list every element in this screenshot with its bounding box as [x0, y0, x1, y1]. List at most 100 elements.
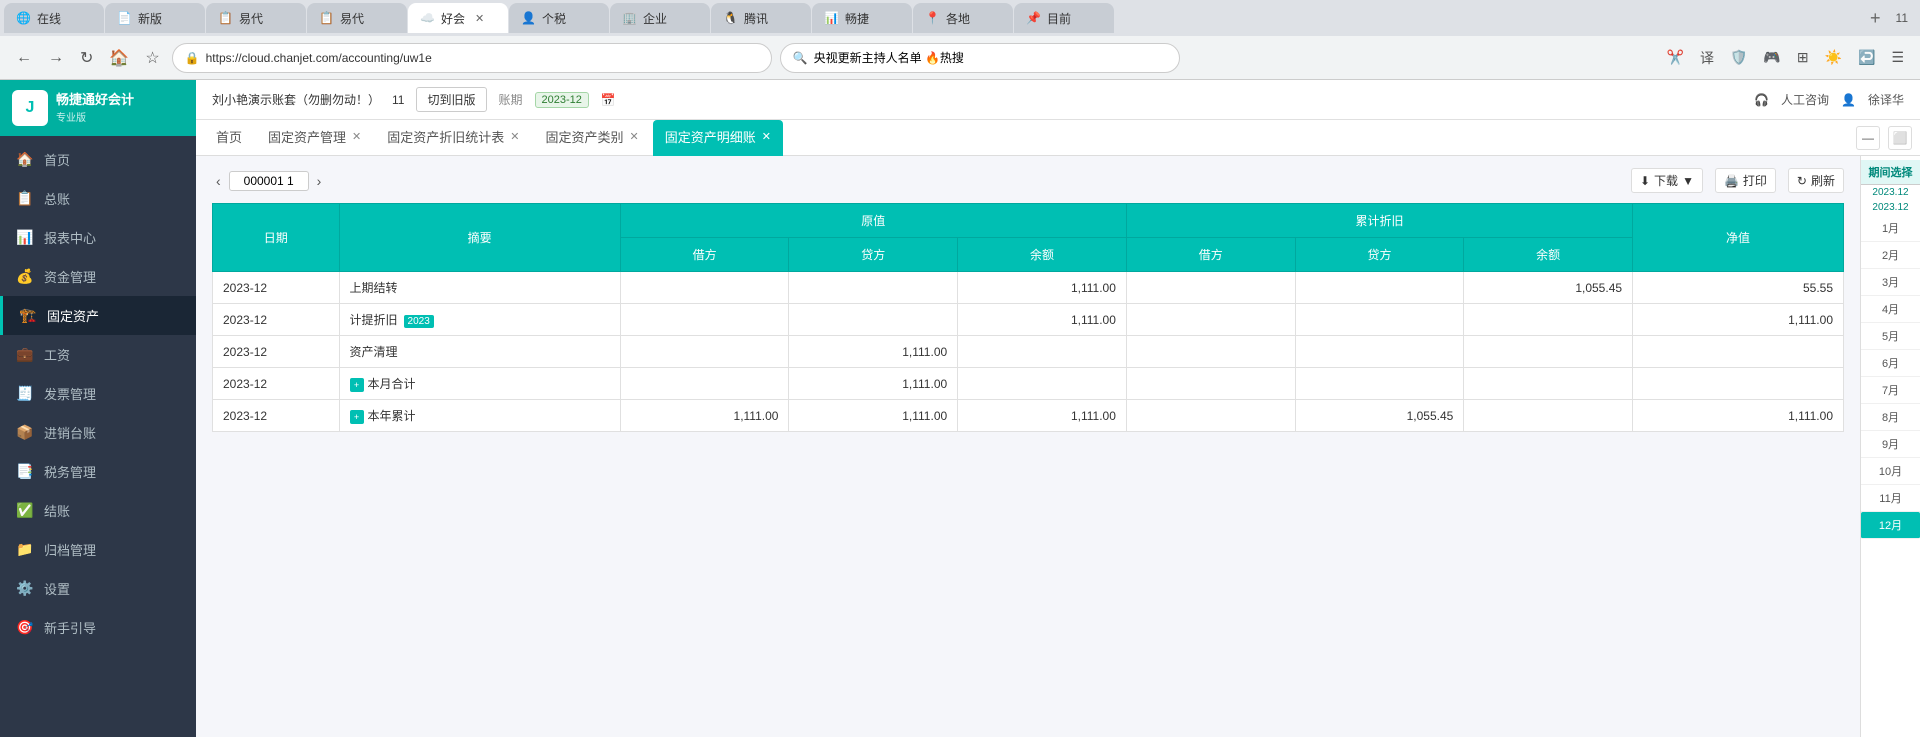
extension-icon[interactable]: 🛡️ [1726, 45, 1751, 70]
period-month-8[interactable]: 8月 [1861, 404, 1920, 431]
page-tab-4[interactable]: 固定资产明细账 ✕ [653, 120, 783, 156]
sidebar-item-工资[interactable]: 💼工资 [0, 335, 196, 374]
browser-tab-0[interactable]: 🌐在线 [4, 3, 104, 33]
back-button[interactable]: ← [12, 45, 36, 71]
cell-date-4: 2023-12 [213, 400, 340, 432]
bookmark-button[interactable]: ☆ [141, 44, 163, 72]
sidebar-item-进销台账[interactable]: 📦进销台账 [0, 413, 196, 452]
page-tab-close-2[interactable]: ✕ [510, 130, 519, 143]
browser-tab-5[interactable]: 👤个税 [509, 3, 609, 33]
page-tab-0[interactable]: 首页 [204, 120, 254, 156]
table-row-0: 2023-12 上期结转 1,111.00 1,055.45 55.55 [213, 272, 1844, 304]
minimize-button[interactable]: — [1856, 126, 1880, 150]
browser-tab-9[interactable]: 📍各地 [913, 3, 1013, 33]
sidebar-item-资金管理[interactable]: 💰资金管理 [0, 257, 196, 296]
browser-tab-3[interactable]: 📋易代 [307, 3, 407, 33]
translate-icon[interactable]: 译 [1696, 44, 1718, 72]
forward-button[interactable]: → [44, 45, 68, 71]
reload-button[interactable]: ↻ [76, 44, 97, 72]
table-row-1: 2023-12 计提折旧2023 1,111.00 1,111.00 [213, 304, 1844, 336]
undo-icon[interactable]: ↩️ [1854, 45, 1879, 70]
game-icon[interactable]: 🎮 [1759, 45, 1784, 70]
maximize-button[interactable]: ⬜ [1888, 126, 1912, 150]
sidebar-icon-6: 🧾 [16, 385, 34, 402]
search-box[interactable]: 🔍 央视更新主持人名单 🔥热搜 [780, 43, 1180, 73]
new-tab-button[interactable]: + [1864, 8, 1887, 29]
sidebar-icon-2: 📊 [16, 229, 34, 246]
period-month-2[interactable]: 2月 [1861, 242, 1920, 269]
browser-toolbar: ✂️ 译 🛡️ 🎮 ⊞ ☀️ ↩️ ☰ [1663, 44, 1908, 72]
browser-tab-1[interactable]: 📄新版 [105, 3, 205, 33]
period-month-3[interactable]: 3月 [1861, 269, 1920, 296]
user-btn[interactable]: 徐译华 [1868, 91, 1904, 108]
pager-value[interactable]: 000001 1 [229, 171, 309, 191]
ledger-table: 日期 摘要 原值 累计折旧 净值 借方 贷方 余额 借方 贷方 余额 [212, 203, 1844, 432]
period-month-4[interactable]: 4月 [1861, 296, 1920, 323]
row-icon: + [350, 378, 364, 392]
sidebar-icon-1: 📋 [16, 190, 34, 207]
period-month-6[interactable]: 6月 [1861, 350, 1920, 377]
sidebar-item-固定资产[interactable]: 🏗️固定资产 [0, 296, 196, 335]
period-month-9[interactable]: 9月 [1861, 431, 1920, 458]
page-tab-1[interactable]: 固定资产管理✕ [256, 120, 373, 156]
scissors-icon[interactable]: ✂️ [1663, 45, 1688, 70]
period-month-5[interactable]: 5月 [1861, 323, 1920, 350]
period-label: 账期 [499, 91, 523, 108]
period-month-11[interactable]: 11月 [1861, 485, 1920, 512]
brightness-icon[interactable]: ☀️ [1821, 45, 1846, 70]
browser-tab-8[interactable]: 📊畅捷 [812, 3, 912, 33]
sidebar-item-首页[interactable]: 🏠首页 [0, 140, 196, 179]
address-bar[interactable]: 🔒 https://cloud.chanjet.com/accounting/u… [172, 43, 772, 73]
browser-tab-6[interactable]: 🏢企业 [610, 3, 710, 33]
cell-summary-2: 资产清理 [339, 336, 620, 368]
page-tab-2[interactable]: 固定资产折旧统计表✕ [375, 120, 531, 156]
orig-balance: 余额 [958, 238, 1127, 272]
period-month-7[interactable]: 7月 [1861, 377, 1920, 404]
page-tab-3[interactable]: 固定资产类别✕ [533, 120, 650, 156]
accum-debit: 借方 [1126, 238, 1295, 272]
page-tab-close-3[interactable]: ✕ [630, 130, 639, 143]
cell-net-value-0: 55.55 [1633, 272, 1844, 304]
tab-close-4[interactable]: ✕ [475, 12, 484, 25]
refresh-button[interactable]: ↻ 刷新 [1788, 168, 1844, 193]
help-btn[interactable]: 人工咨询 [1781, 91, 1829, 108]
period-month-10[interactable]: 10月 [1861, 458, 1920, 485]
sidebar-icon-12: 🎯 [16, 619, 34, 636]
cell-accum-credit-0 [1295, 272, 1464, 304]
menu-icon[interactable]: ☰ [1887, 45, 1908, 70]
sidebar-item-税务管理[interactable]: 📑税务管理 [0, 452, 196, 491]
sidebar: J 畅捷通好会计 专业版 🏠首页📋总账📊报表中心💰资金管理🏗️固定资产💼工资🧾发… [0, 80, 196, 737]
orig-credit: 贷方 [789, 238, 958, 272]
app-container: J 畅捷通好会计 专业版 🏠首页📋总账📊报表中心💰资金管理🏗️固定资产💼工资🧾发… [0, 80, 1920, 737]
page-tab-close-4[interactable]: ✕ [762, 130, 771, 143]
period-month-1[interactable]: 1月 [1861, 215, 1920, 242]
period-month-12[interactable]: 12月 [1861, 512, 1920, 539]
browser-tab-2[interactable]: 📋易代 [206, 3, 306, 33]
sidebar-item-报表中心[interactable]: 📊报表中心 [0, 218, 196, 257]
browser-tab-7[interactable]: 🐧腾讯 [711, 3, 811, 33]
account-name: 刘小艳演示账套（勿删勿动！） [212, 91, 380, 108]
home-button[interactable]: 🏠 [105, 44, 133, 72]
grid-icon[interactable]: ⊞ [1793, 45, 1813, 70]
cell-orig-balance-3 [958, 368, 1127, 400]
ledger-body: 2023-12 上期结转 1,111.00 1,055.45 55.55 202… [213, 272, 1844, 432]
next-page-button[interactable]: › [313, 171, 326, 191]
browser-tab-4[interactable]: ☁️好会✕ [408, 3, 508, 33]
download-button[interactable]: ⬇ 下载 ▼ [1631, 168, 1703, 193]
cell-accum-balance-0: 1,055.45 [1464, 272, 1633, 304]
sidebar-item-归档管理[interactable]: 📁归档管理 [0, 530, 196, 569]
page-tab-close-1[interactable]: ✕ [352, 130, 361, 143]
sidebar-item-设置[interactable]: ⚙️设置 [0, 569, 196, 608]
switch-version-button[interactable]: 切到旧版 [416, 87, 486, 112]
prev-page-button[interactable]: ‹ [212, 171, 225, 191]
cell-orig-debit-1 [620, 304, 789, 336]
window-buttons: — ⬜ [1856, 126, 1912, 150]
sidebar-item-新手引导[interactable]: 🎯新手引导 [0, 608, 196, 647]
sidebar-item-发票管理[interactable]: 🧾发票管理 [0, 374, 196, 413]
sidebar-item-总账[interactable]: 📋总账 [0, 179, 196, 218]
page-tab-label-4: 固定资产明细账 [665, 127, 756, 146]
sidebar-item-结账[interactable]: ✅结账 [0, 491, 196, 530]
browser-tab-10[interactable]: 📌目前 [1014, 3, 1114, 33]
calendar-icon[interactable]: 📅 [601, 93, 616, 107]
print-button[interactable]: 🖨️ 打印 [1715, 168, 1776, 193]
